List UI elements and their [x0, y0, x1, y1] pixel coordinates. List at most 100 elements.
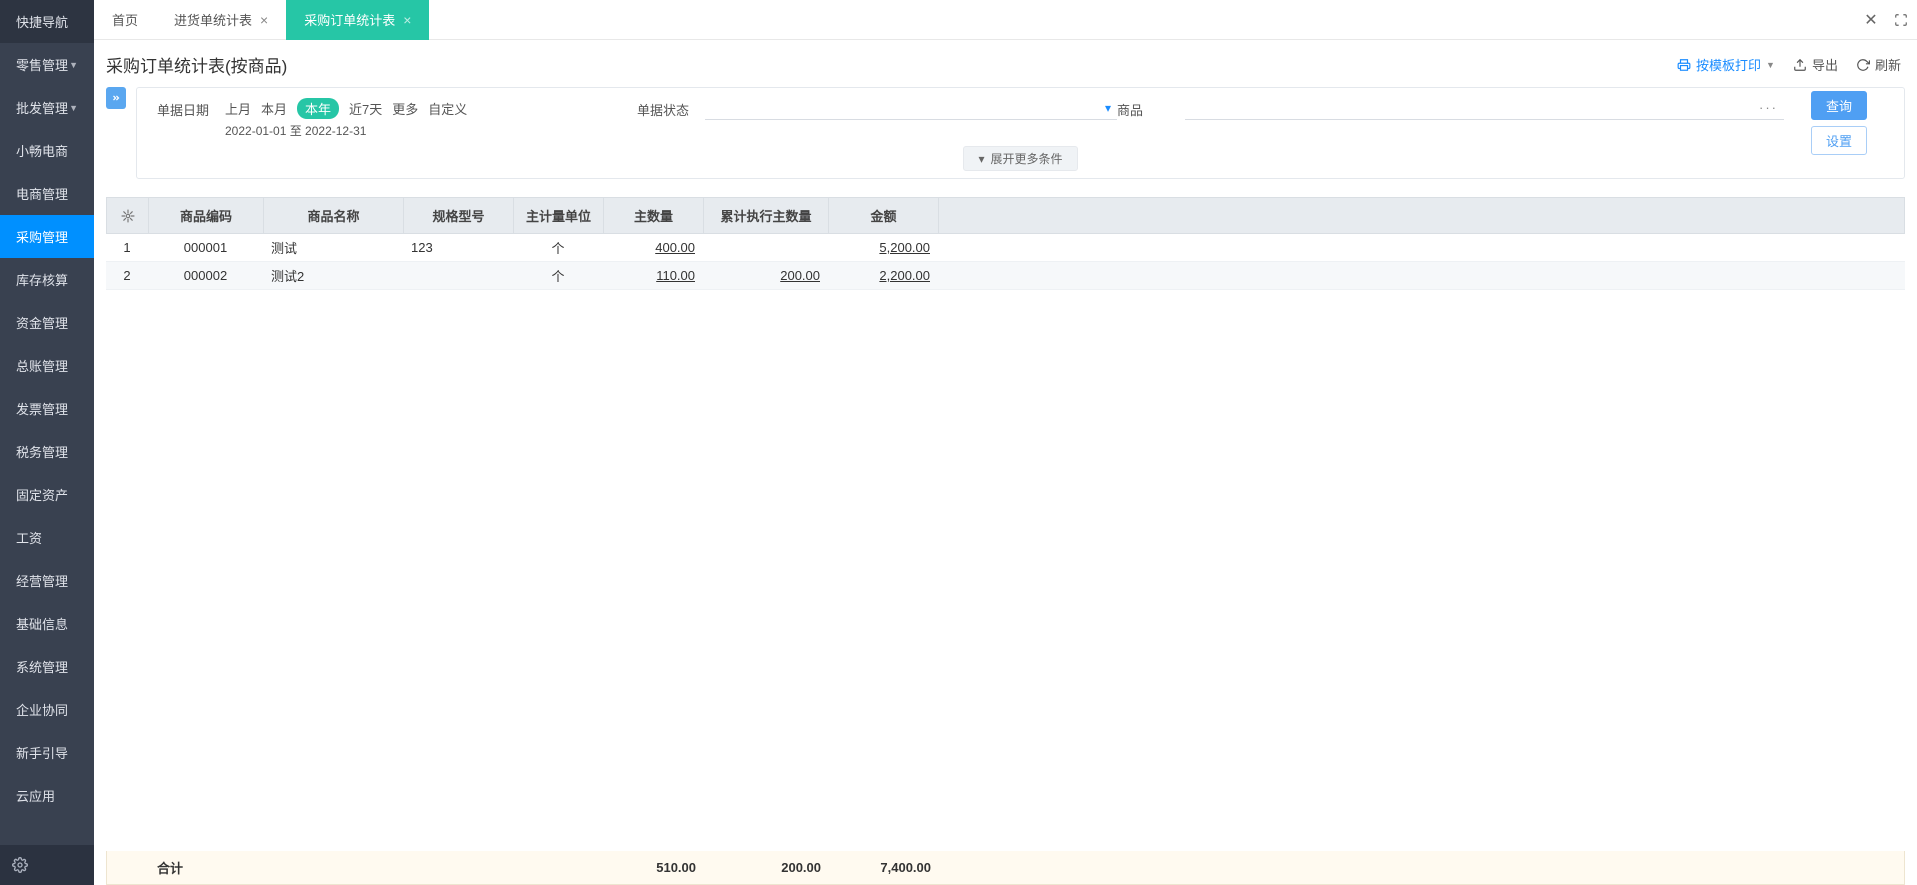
- sidebar-item-2[interactable]: 批发管理▼: [0, 86, 94, 129]
- cell-amt[interactable]: 2,200.00: [828, 263, 938, 288]
- table-header: 商品编码 商品名称 规格型号 主计量单位 主数量 累计执行主数量 金额: [106, 197, 1905, 234]
- cell-amt[interactable]: 5,200.00: [828, 235, 938, 260]
- cell-exec[interactable]: [703, 243, 828, 253]
- query-button[interactable]: 查询: [1811, 91, 1867, 120]
- filter-date-label: 单据日期: [157, 98, 213, 119]
- sidebar-item-label: 电商管理: [16, 184, 68, 203]
- gear-icon: [12, 857, 28, 873]
- table-row[interactable]: 1000001测试123个400.00 5,200.00: [106, 234, 1905, 262]
- th-name[interactable]: 商品名称: [264, 198, 404, 233]
- refresh-button[interactable]: 刷新: [1856, 55, 1901, 74]
- th-exec[interactable]: 累计执行主数量: [704, 198, 829, 233]
- status-select[interactable]: ▾: [705, 98, 1117, 120]
- sidebar-item-4[interactable]: 电商管理: [0, 172, 94, 215]
- refresh-icon: [1856, 58, 1870, 72]
- cell-name: 测试: [263, 234, 403, 262]
- filter-collapse-toggle[interactable]: [106, 87, 126, 109]
- sidebar-item-label: 企业协同: [16, 700, 68, 719]
- tab-2[interactable]: 采购订单统计表 ×: [286, 0, 429, 40]
- table-settings-icon[interactable]: [107, 198, 149, 233]
- sidebar-item-label: 经营管理: [16, 571, 68, 590]
- sidebar-item-1[interactable]: 零售管理▼: [0, 43, 94, 86]
- close-icon[interactable]: ×: [403, 12, 411, 28]
- sidebar-item-label: 总账管理: [16, 356, 68, 375]
- cell-code: 000001: [148, 235, 263, 260]
- print-template-button[interactable]: 按模板打印 ▼: [1677, 55, 1775, 74]
- sidebar-item-0[interactable]: 快捷导航: [0, 0, 94, 43]
- row-index: 1: [106, 235, 148, 260]
- sidebar-item-label: 基础信息: [16, 614, 68, 633]
- export-button[interactable]: 导出: [1793, 55, 1838, 74]
- date-option-1[interactable]: 本月: [261, 99, 287, 118]
- more-icon[interactable]: ···: [1759, 100, 1778, 115]
- sidebar-item-label: 税务管理: [16, 442, 68, 461]
- sidebar-item-18[interactable]: 云应用: [0, 774, 94, 817]
- sidebar-item-label: 资金管理: [16, 313, 68, 332]
- sidebar-item-6[interactable]: 库存核算: [0, 258, 94, 301]
- cell-spec: 123: [403, 235, 513, 260]
- fullscreen-icon[interactable]: [1891, 10, 1911, 30]
- tab-label: 采购订单统计表: [304, 10, 395, 29]
- sidebar-item-12[interactable]: 工资: [0, 516, 94, 559]
- sidebar-item-label: 快捷导航: [16, 12, 68, 31]
- date-option-5[interactable]: 自定义: [428, 99, 467, 118]
- th-amt[interactable]: 金额: [829, 198, 939, 233]
- sidebar-item-label: 系统管理: [16, 657, 68, 676]
- sidebar-item-15[interactable]: 系统管理: [0, 645, 94, 688]
- sidebar-item-label: 零售管理: [16, 55, 68, 74]
- page-title: 采购订单统计表(按商品): [106, 52, 287, 77]
- chevron-down-icon: ▼: [69, 60, 78, 70]
- sidebar-item-5[interactable]: 采购管理: [0, 215, 94, 258]
- tab-1[interactable]: 进货单统计表 ×: [156, 0, 286, 40]
- cell-qty[interactable]: 400.00: [603, 235, 703, 260]
- sidebar-item-label: 发票管理: [16, 399, 68, 418]
- chevron-down-icon: ▼: [1766, 60, 1775, 70]
- cell-unit: 个: [513, 234, 603, 262]
- sidebar-item-8[interactable]: 总账管理: [0, 344, 94, 387]
- sidebar-item-3[interactable]: 小畅电商: [0, 129, 94, 172]
- footer-amt: 7,400.00: [829, 853, 939, 882]
- chevron-down-icon: ▾: [1105, 101, 1111, 115]
- expand-filters-button[interactable]: ▾ 展开更多条件: [963, 146, 1077, 171]
- sidebar-item-label: 云应用: [16, 786, 55, 805]
- sidebar-item-11[interactable]: 固定资产: [0, 473, 94, 516]
- cell-name: 测试2: [263, 261, 403, 290]
- cell-code: 000002: [148, 263, 263, 288]
- close-icon[interactable]: ×: [260, 12, 268, 28]
- sidebar-item-7[interactable]: 资金管理: [0, 301, 94, 344]
- sidebar-settings[interactable]: [0, 845, 94, 885]
- chevron-down-icon: ▾: [978, 152, 984, 166]
- tab-label: 进货单统计表: [174, 10, 252, 29]
- th-qty[interactable]: 主数量: [604, 198, 704, 233]
- date-option-2[interactable]: 本年: [297, 98, 339, 119]
- date-option-4[interactable]: 更多: [392, 99, 418, 118]
- expand-label: 展开更多条件: [991, 150, 1063, 167]
- print-label: 按模板打印: [1696, 55, 1761, 74]
- sidebar-item-14[interactable]: 基础信息: [0, 602, 94, 645]
- date-option-3[interactable]: 近7天: [349, 99, 382, 118]
- sidebar-item-10[interactable]: 税务管理: [0, 430, 94, 473]
- sidebar-item-16[interactable]: 企业协同: [0, 688, 94, 731]
- row-index: 2: [106, 263, 148, 288]
- export-label: 导出: [1812, 55, 1838, 74]
- th-spec[interactable]: 规格型号: [404, 198, 514, 233]
- cell-qty[interactable]: 110.00: [603, 263, 703, 288]
- th-unit[interactable]: 主计量单位: [514, 198, 604, 233]
- sidebar-item-13[interactable]: 经营管理: [0, 559, 94, 602]
- table-row[interactable]: 2000002测试2个110.00200.002,200.00: [106, 262, 1905, 290]
- sidebar-item-label: 固定资产: [16, 485, 68, 504]
- th-code[interactable]: 商品编码: [149, 198, 264, 233]
- sidebar-item-label: 新手引导: [16, 743, 68, 762]
- chevron-down-icon: ▼: [69, 103, 78, 113]
- cell-exec[interactable]: 200.00: [703, 263, 828, 288]
- product-input[interactable]: ···: [1185, 98, 1784, 120]
- tab-0[interactable]: 首页: [94, 0, 156, 40]
- tabs-close-all-icon[interactable]: ✕: [1861, 10, 1881, 30]
- date-option-0[interactable]: 上月: [225, 99, 251, 118]
- sidebar: 快捷导航零售管理▼批发管理▼小畅电商电商管理采购管理库存核算资金管理总账管理发票…: [0, 0, 94, 885]
- sidebar-item-17[interactable]: 新手引导: [0, 731, 94, 774]
- filter-settings-button[interactable]: 设置: [1811, 126, 1867, 155]
- printer-icon: [1677, 58, 1691, 72]
- sidebar-item-label: 工资: [16, 528, 42, 547]
- sidebar-item-9[interactable]: 发票管理: [0, 387, 94, 430]
